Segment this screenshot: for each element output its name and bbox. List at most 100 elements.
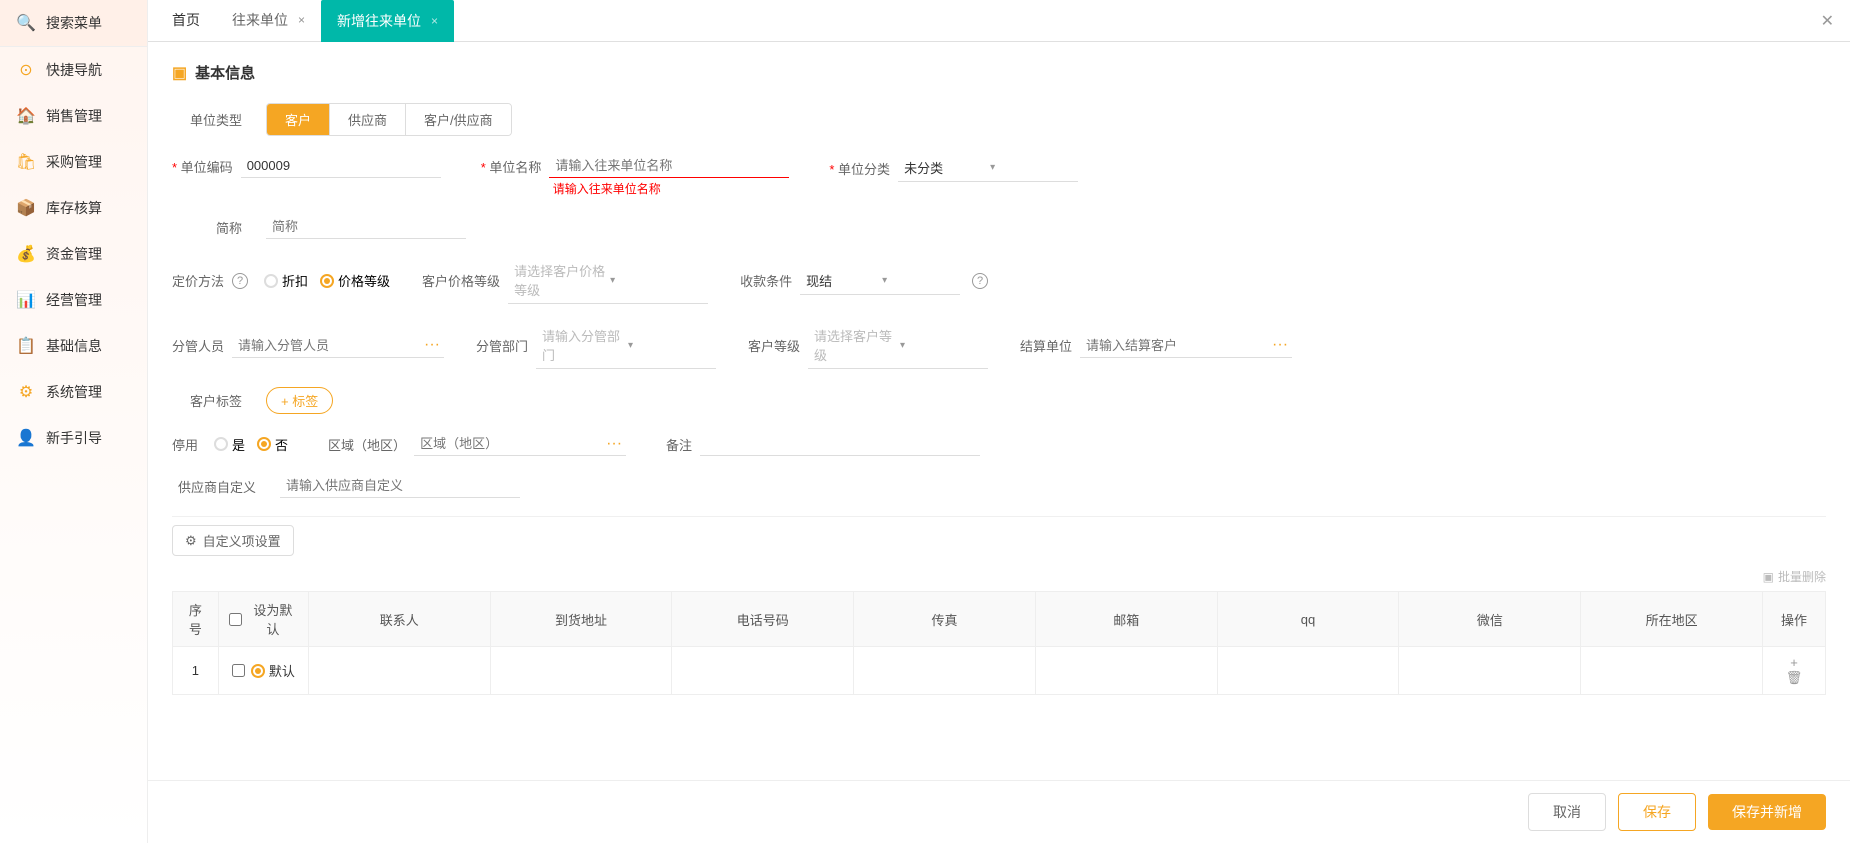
supplier-custom-input[interactable]: [280, 474, 520, 498]
sidebar-item-finance[interactable]: 💰 资金管理: [0, 231, 147, 277]
sidebar-item-basic[interactable]: 📋 基础信息: [0, 323, 147, 369]
no-label: 否: [275, 435, 288, 454]
email-input[interactable]: [1046, 663, 1207, 678]
manager-more-icon[interactable]: ···: [420, 336, 444, 354]
level-radio[interactable]: [320, 274, 334, 288]
wechat-input[interactable]: [1409, 663, 1570, 678]
remarks-input[interactable]: [700, 432, 980, 456]
col-fax: 传真: [854, 592, 1036, 647]
pricing-discount[interactable]: 折扣: [264, 271, 308, 290]
manager-input[interactable]: [232, 334, 420, 357]
yes-label: 是: [232, 435, 245, 454]
select-all-checkbox[interactable]: [229, 613, 242, 626]
tab-new-partner[interactable]: 新增往来单位 ×: [321, 0, 454, 42]
disabled-radio-group: 是 否: [214, 435, 288, 454]
settlement-more-icon[interactable]: ···: [1268, 336, 1292, 354]
save-button[interactable]: 保存: [1618, 793, 1696, 831]
cell-address[interactable]: [490, 647, 672, 695]
qq-input[interactable]: [1228, 663, 1389, 678]
sidebar-item-sales[interactable]: 🏠 销售管理: [0, 93, 147, 139]
cell-qq[interactable]: [1217, 647, 1399, 695]
delete-row-btn[interactable]: 🗑: [1786, 670, 1803, 685]
unit-category-value: 未分类: [904, 158, 986, 177]
pricing-label: 定价方法: [172, 271, 224, 290]
region-input[interactable]: [414, 432, 602, 455]
sidebar-item-quicknav[interactable]: ⊙ 快捷导航: [0, 47, 147, 93]
type-btn-supplier[interactable]: 供应商: [330, 104, 406, 135]
contact-input[interactable]: [319, 663, 480, 678]
sidebar-item-label: 经营管理: [46, 290, 102, 310]
cancel-button[interactable]: 取消: [1528, 793, 1606, 831]
unit-category-select[interactable]: 未分类 ▾: [898, 154, 1078, 182]
customer-price-level-select[interactable]: 请选择客户价格等级 ▾: [508, 257, 708, 304]
sidebar-item-system[interactable]: ⚙ 系统管理: [0, 369, 147, 415]
sidebar-item-label: 采购管理: [46, 152, 102, 172]
add-row-btn[interactable]: +: [1790, 655, 1798, 670]
save-new-button[interactable]: 保存并新增: [1708, 794, 1826, 830]
disabled-no[interactable]: 否: [257, 435, 288, 454]
unit-code-input[interactable]: [241, 154, 441, 178]
phone-input[interactable]: [682, 663, 843, 678]
remarks-group: 备注: [666, 432, 980, 456]
home-icon: ⊙: [16, 60, 36, 80]
cell-email[interactable]: [1035, 647, 1217, 695]
customer-level-select[interactable]: 请选择客户等级 ▾: [808, 322, 988, 369]
disabled-yes[interactable]: 是: [214, 435, 245, 454]
sidebar-item-search[interactable]: 🔍 搜索菜单: [0, 0, 147, 47]
basic-icon: 📋: [16, 336, 36, 356]
payment-terms-help-icon[interactable]: ?: [972, 273, 988, 289]
tab-new-partner-label: 新增往来单位: [337, 11, 421, 31]
row-checkbox[interactable]: [232, 664, 245, 677]
tab-partners-close[interactable]: ×: [298, 13, 305, 27]
region-input-group: ···: [414, 432, 626, 456]
region-more-icon[interactable]: ···: [602, 435, 626, 453]
disabled-label: 停用: [172, 435, 198, 454]
main-content: 首页 往来单位 × 新增往来单位 × ✕ ▣ 基本信息 单位类型 客户 供应商 …: [148, 0, 1850, 843]
address-input[interactable]: [501, 663, 662, 678]
row-region-input[interactable]: [1591, 663, 1752, 678]
unit-code-group: 单位编码: [172, 154, 441, 178]
unit-name-input[interactable]: [549, 154, 789, 178]
batch-delete-label[interactable]: 批量删除: [1778, 568, 1826, 585]
yes-radio[interactable]: [214, 437, 228, 451]
add-tag-button[interactable]: + 标签: [266, 387, 333, 414]
unit-type-group: 客户 供应商 客户/供应商: [266, 103, 512, 136]
type-btn-customer[interactable]: 客户: [267, 104, 330, 135]
cell-fax[interactable]: [854, 647, 1036, 695]
department-select[interactable]: 请输入分管部门 ▾: [536, 322, 716, 369]
sidebar-item-inventory[interactable]: 📦 库存核算: [0, 185, 147, 231]
sidebar-item-purchase[interactable]: 🛍 采购管理: [0, 139, 147, 185]
settlement-unit-input[interactable]: [1080, 334, 1268, 357]
customer-level-placeholder: 请选择客户等级: [814, 326, 896, 364]
col-email: 邮箱: [1035, 592, 1217, 647]
pricing-help-icon[interactable]: ?: [232, 273, 248, 289]
manager-group: 分管人员 ···: [172, 334, 444, 358]
batch-icon: ▣: [1763, 570, 1774, 584]
close-window-btn[interactable]: ✕: [1813, 13, 1842, 30]
cell-contact[interactable]: [308, 647, 490, 695]
sidebar-item-label: 快捷导航: [46, 60, 102, 80]
tab-partners[interactable]: 往来单位 ×: [216, 0, 321, 42]
default-radio-item[interactable]: 默认: [251, 661, 295, 680]
abbreviation-input[interactable]: [266, 215, 466, 239]
col-qq: qq: [1217, 592, 1399, 647]
unit-name-group: 单位名称 请输入往来单位名称: [481, 154, 790, 197]
cell-phone[interactable]: [672, 647, 854, 695]
sidebar-item-operations[interactable]: 📊 经营管理: [0, 277, 147, 323]
tabs-bar: 首页 往来单位 × 新增往来单位 × ✕: [148, 0, 1850, 42]
default-radio[interactable]: [251, 664, 265, 678]
no-radio[interactable]: [257, 437, 271, 451]
abbreviation-label: 简称: [172, 218, 242, 237]
payment-terms-select[interactable]: 现结 ▾: [800, 267, 960, 295]
tab-home[interactable]: 首页: [156, 0, 216, 42]
cell-wechat[interactable]: [1399, 647, 1581, 695]
discount-radio[interactable]: [264, 274, 278, 288]
custom-settings-label: 自定义项设置: [203, 531, 281, 550]
tab-new-partner-close[interactable]: ×: [431, 14, 438, 28]
custom-settings-button[interactable]: ⚙ 自定义项设置: [172, 525, 294, 556]
pricing-level[interactable]: 价格等级: [320, 271, 390, 290]
type-btn-both[interactable]: 客户/供应商: [406, 104, 511, 135]
sidebar-item-guide[interactable]: 👤 新手引导: [0, 415, 147, 461]
fax-input[interactable]: [864, 663, 1025, 678]
cell-region[interactable]: [1581, 647, 1763, 695]
